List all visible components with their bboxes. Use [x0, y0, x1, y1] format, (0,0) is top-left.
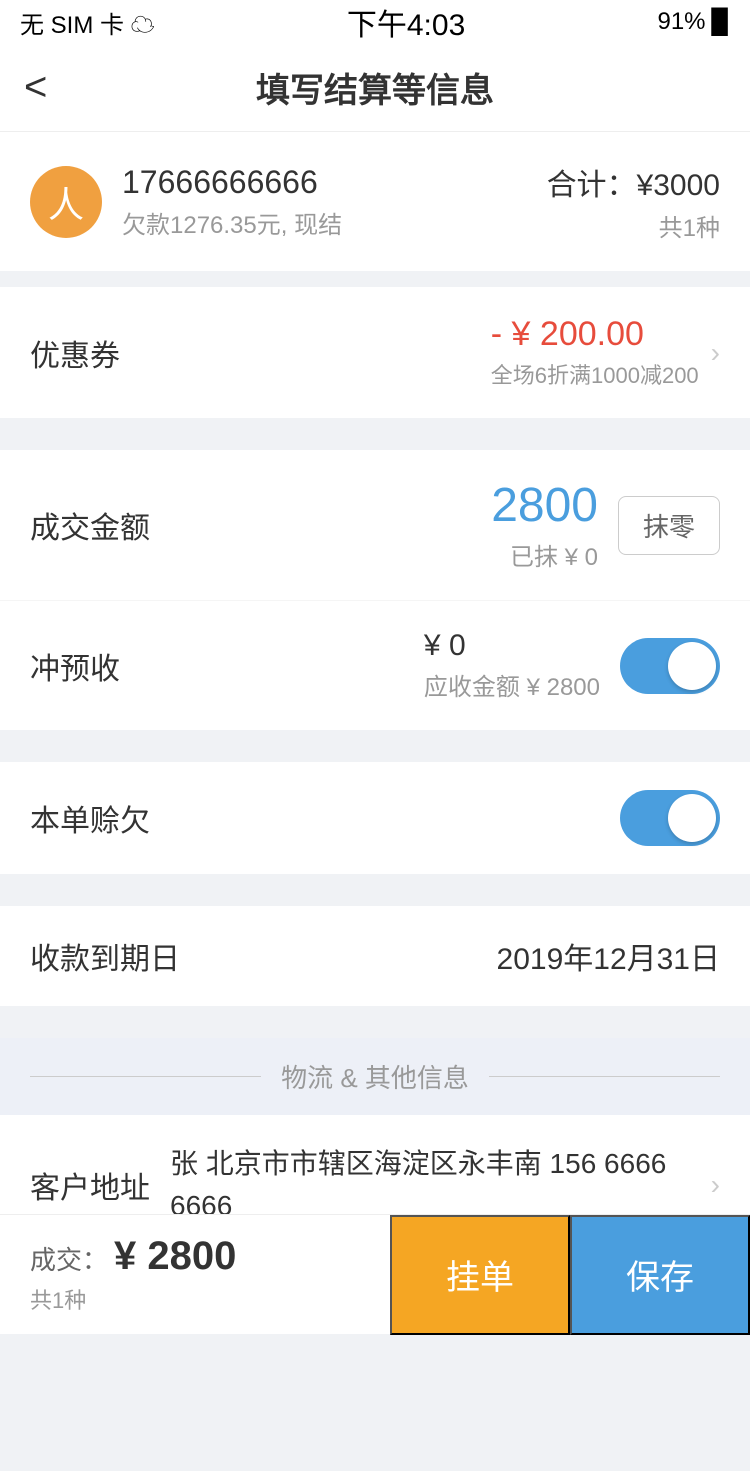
prepay-label: 冲预收	[30, 644, 120, 688]
deal-amount-sub: 已抹 ¥ 0	[491, 537, 598, 572]
bottom-deal-line: 成交： ¥ 2800	[30, 1234, 360, 1279]
debt-toggle-knob	[668, 794, 716, 842]
deal-amount-bottom: ¥ 2800	[114, 1234, 236, 1279]
section-gap-1	[0, 434, 750, 450]
logistics-label: 物流 & 其他信息	[281, 1058, 469, 1095]
deal-amount-label: 成交金额	[30, 503, 150, 547]
prepay-amount: ¥ 0	[424, 629, 600, 663]
save-button[interactable]: 保存	[570, 1215, 750, 1335]
debt-row: 本单赊欠	[0, 762, 750, 874]
customer-card: 人 17666666666 欠款1276.35元, 现结 合计：¥3000 共1…	[0, 132, 750, 271]
customer-phone: 17666666666	[122, 164, 342, 201]
battery-icon: ▉	[712, 8, 730, 37]
status-left: 无 SIM 卡 ☁	[20, 5, 155, 40]
coupon-card[interactable]: 优惠券 - ¥ 200.00 全场6折满1000减200 ›	[0, 287, 750, 418]
hang-button[interactable]: 挂单	[390, 1215, 570, 1335]
customer-left: 人 17666666666 欠款1276.35元, 现结	[30, 164, 342, 240]
status-right: 91% ▉	[657, 8, 730, 37]
header-line-left	[30, 1076, 261, 1077]
deal-amount-value: 2800	[491, 478, 598, 533]
avatar: 人	[30, 166, 102, 238]
deal-amount-right: 2800 已抹 ¥ 0 抹零	[491, 478, 720, 572]
total-count: 共1种	[547, 208, 720, 243]
due-date-row: 收款到期日 2019年12月31日	[0, 906, 750, 1006]
customer-sub: 欠款1276.35元, 现结	[122, 205, 342, 240]
chevron-right-icon: ›	[711, 337, 720, 369]
nav-bar: < 填写结算等信息	[0, 44, 750, 132]
coupon-info: - ¥ 200.00 全场6折满1000减200	[491, 315, 699, 390]
customer-row: 人 17666666666 欠款1276.35元, 现结 合计：¥3000 共1…	[0, 132, 750, 271]
toggle-knob	[668, 642, 716, 690]
due-date-right: 2019年12月31日	[497, 934, 720, 978]
customer-info: 17666666666 欠款1276.35元, 现结	[122, 164, 342, 240]
page-title: 填写结算等信息	[256, 63, 494, 112]
section-gap-2	[0, 746, 750, 762]
due-date-value: 2019年12月31日	[497, 934, 720, 978]
battery-label: 91%	[657, 8, 705, 36]
prepay-info: ¥ 0 应收金额 ¥ 2800	[424, 629, 600, 702]
debt-card: 本单赊欠	[0, 762, 750, 874]
coupon-desc: 全场6折满1000减200	[491, 358, 699, 390]
section-gap-4	[0, 1022, 750, 1038]
debt-right	[620, 790, 720, 846]
section-gap-3	[0, 890, 750, 906]
prepay-row: 冲预收 ¥ 0 应收金额 ¥ 2800	[0, 601, 750, 730]
address-label: 客户地址	[30, 1163, 150, 1207]
logistics-section-header: 物流 & 其他信息	[0, 1038, 750, 1115]
total-amount: 合计：¥3000	[547, 160, 720, 204]
deal-label: 成交：	[30, 1240, 108, 1277]
address-chevron-icon: ›	[711, 1169, 720, 1201]
deal-amount-card: 成交金额 2800 已抹 ¥ 0 抹零 冲预收 ¥ 0 应收金额 ¥ 2800	[0, 450, 750, 730]
coupon-label: 优惠券	[30, 331, 120, 375]
sim-label: 无 SIM 卡 ☁	[20, 5, 155, 40]
prepay-sub: 应收金额 ¥ 2800	[424, 667, 600, 702]
coupon-discount: - ¥ 200.00	[491, 315, 699, 354]
round-button[interactable]: 抹零	[618, 496, 720, 555]
debt-label: 本单赊欠	[30, 796, 150, 840]
bottom-count: 共1种	[30, 1283, 360, 1315]
deal-amount-row: 成交金额 2800 已抹 ¥ 0 抹零	[0, 450, 750, 601]
deal-amount-info: 2800 已抹 ¥ 0	[491, 478, 598, 572]
due-date-label: 收款到期日	[30, 934, 180, 978]
status-time: 下午4:03	[347, 0, 465, 44]
due-date-card: 收款到期日 2019年12月31日	[0, 906, 750, 1006]
prepay-toggle[interactable]	[620, 638, 720, 694]
bottom-summary: 成交： ¥ 2800 共1种	[0, 1234, 390, 1315]
coupon-right: - ¥ 200.00 全场6折满1000减200 ›	[491, 315, 720, 390]
customer-right: 合计：¥3000 共1种	[547, 160, 720, 243]
header-line-right	[489, 1076, 720, 1077]
prepay-right: ¥ 0 应收金额 ¥ 2800	[424, 629, 720, 702]
bottom-bar: 成交： ¥ 2800 共1种 挂单 保存	[0, 1214, 750, 1334]
coupon-row[interactable]: 优惠券 - ¥ 200.00 全场6折满1000减200 ›	[0, 287, 750, 418]
debt-toggle[interactable]	[620, 790, 720, 846]
back-button[interactable]: <	[24, 65, 47, 110]
status-bar: 无 SIM 卡 ☁ 下午4:03 91% ▉	[0, 0, 750, 44]
